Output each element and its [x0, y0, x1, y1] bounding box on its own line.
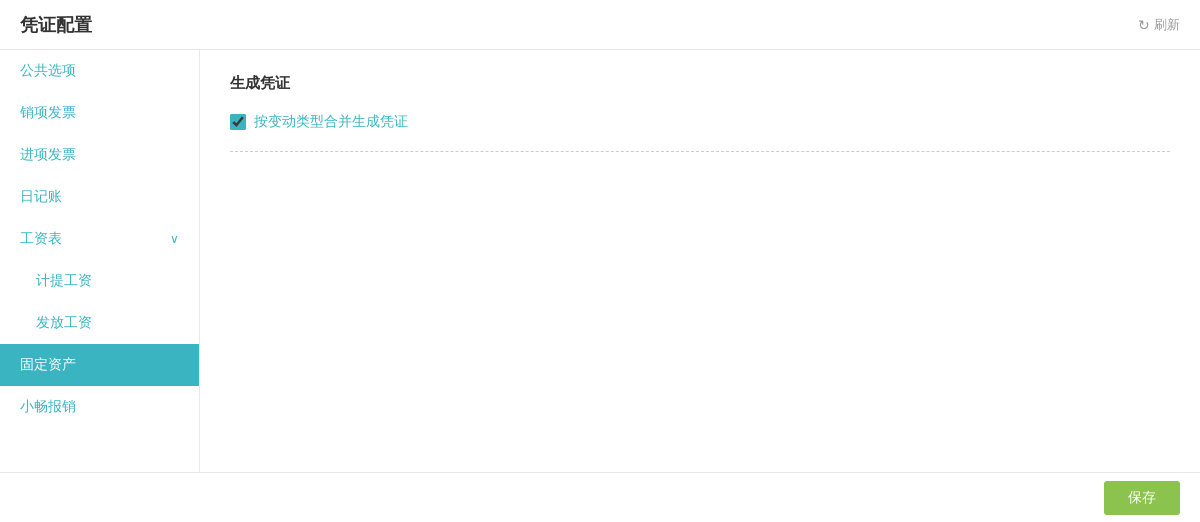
page-title: 凭证配置	[20, 13, 92, 37]
sidebar-item-expense-claim[interactable]: 小畅报销	[0, 386, 199, 428]
merge-voucher-label[interactable]: 按变动类型合并生成凭证	[254, 113, 408, 131]
merge-voucher-checkbox[interactable]	[230, 114, 246, 130]
section-divider	[230, 151, 1170, 152]
refresh-label: 刷新	[1154, 16, 1180, 34]
chevron-down-icon: ∨	[170, 232, 179, 246]
sidebar-item-purchase-invoice[interactable]: 进项发票	[0, 134, 199, 176]
save-button[interactable]: 保存	[1104, 481, 1180, 515]
sidebar-item-label: 工资表	[20, 230, 62, 248]
sidebar-item-label: 计提工资	[36, 272, 92, 290]
sidebar-item-label: 销项发票	[20, 104, 76, 122]
sidebar-item-label: 日记账	[20, 188, 62, 206]
sidebar-item-fixed-assets[interactable]: 固定资产	[0, 344, 199, 386]
sidebar-item-sales-invoice[interactable]: 销项发票	[0, 92, 199, 134]
refresh-icon: ↻	[1138, 17, 1150, 33]
sidebar-item-calc-payroll[interactable]: 计提工资	[0, 260, 199, 302]
sidebar-item-label: 小畅报销	[20, 398, 76, 416]
page-footer: 保存	[0, 472, 1200, 522]
content-area: 生成凭证 按变动类型合并生成凭证	[200, 50, 1200, 472]
sidebar-item-pay-payroll[interactable]: 发放工资	[0, 302, 199, 344]
sidebar-item-public-options[interactable]: 公共选项	[0, 50, 199, 92]
sidebar-item-label: 发放工资	[36, 314, 92, 332]
sidebar-item-payroll-table[interactable]: 工资表 ∨	[0, 218, 199, 260]
refresh-button[interactable]: ↻ 刷新	[1138, 16, 1180, 34]
sidebar-item-label: 公共选项	[20, 62, 76, 80]
section-title: 生成凭证	[230, 74, 1170, 93]
sidebar: 公共选项销项发票进项发票日记账工资表 ∨ 计提工资发放工资固定资产小畅报销	[0, 50, 200, 472]
sidebar-item-journal[interactable]: 日记账	[0, 176, 199, 218]
sidebar-item-label: 进项发票	[20, 146, 76, 164]
sidebar-item-label: 固定资产	[20, 356, 76, 374]
